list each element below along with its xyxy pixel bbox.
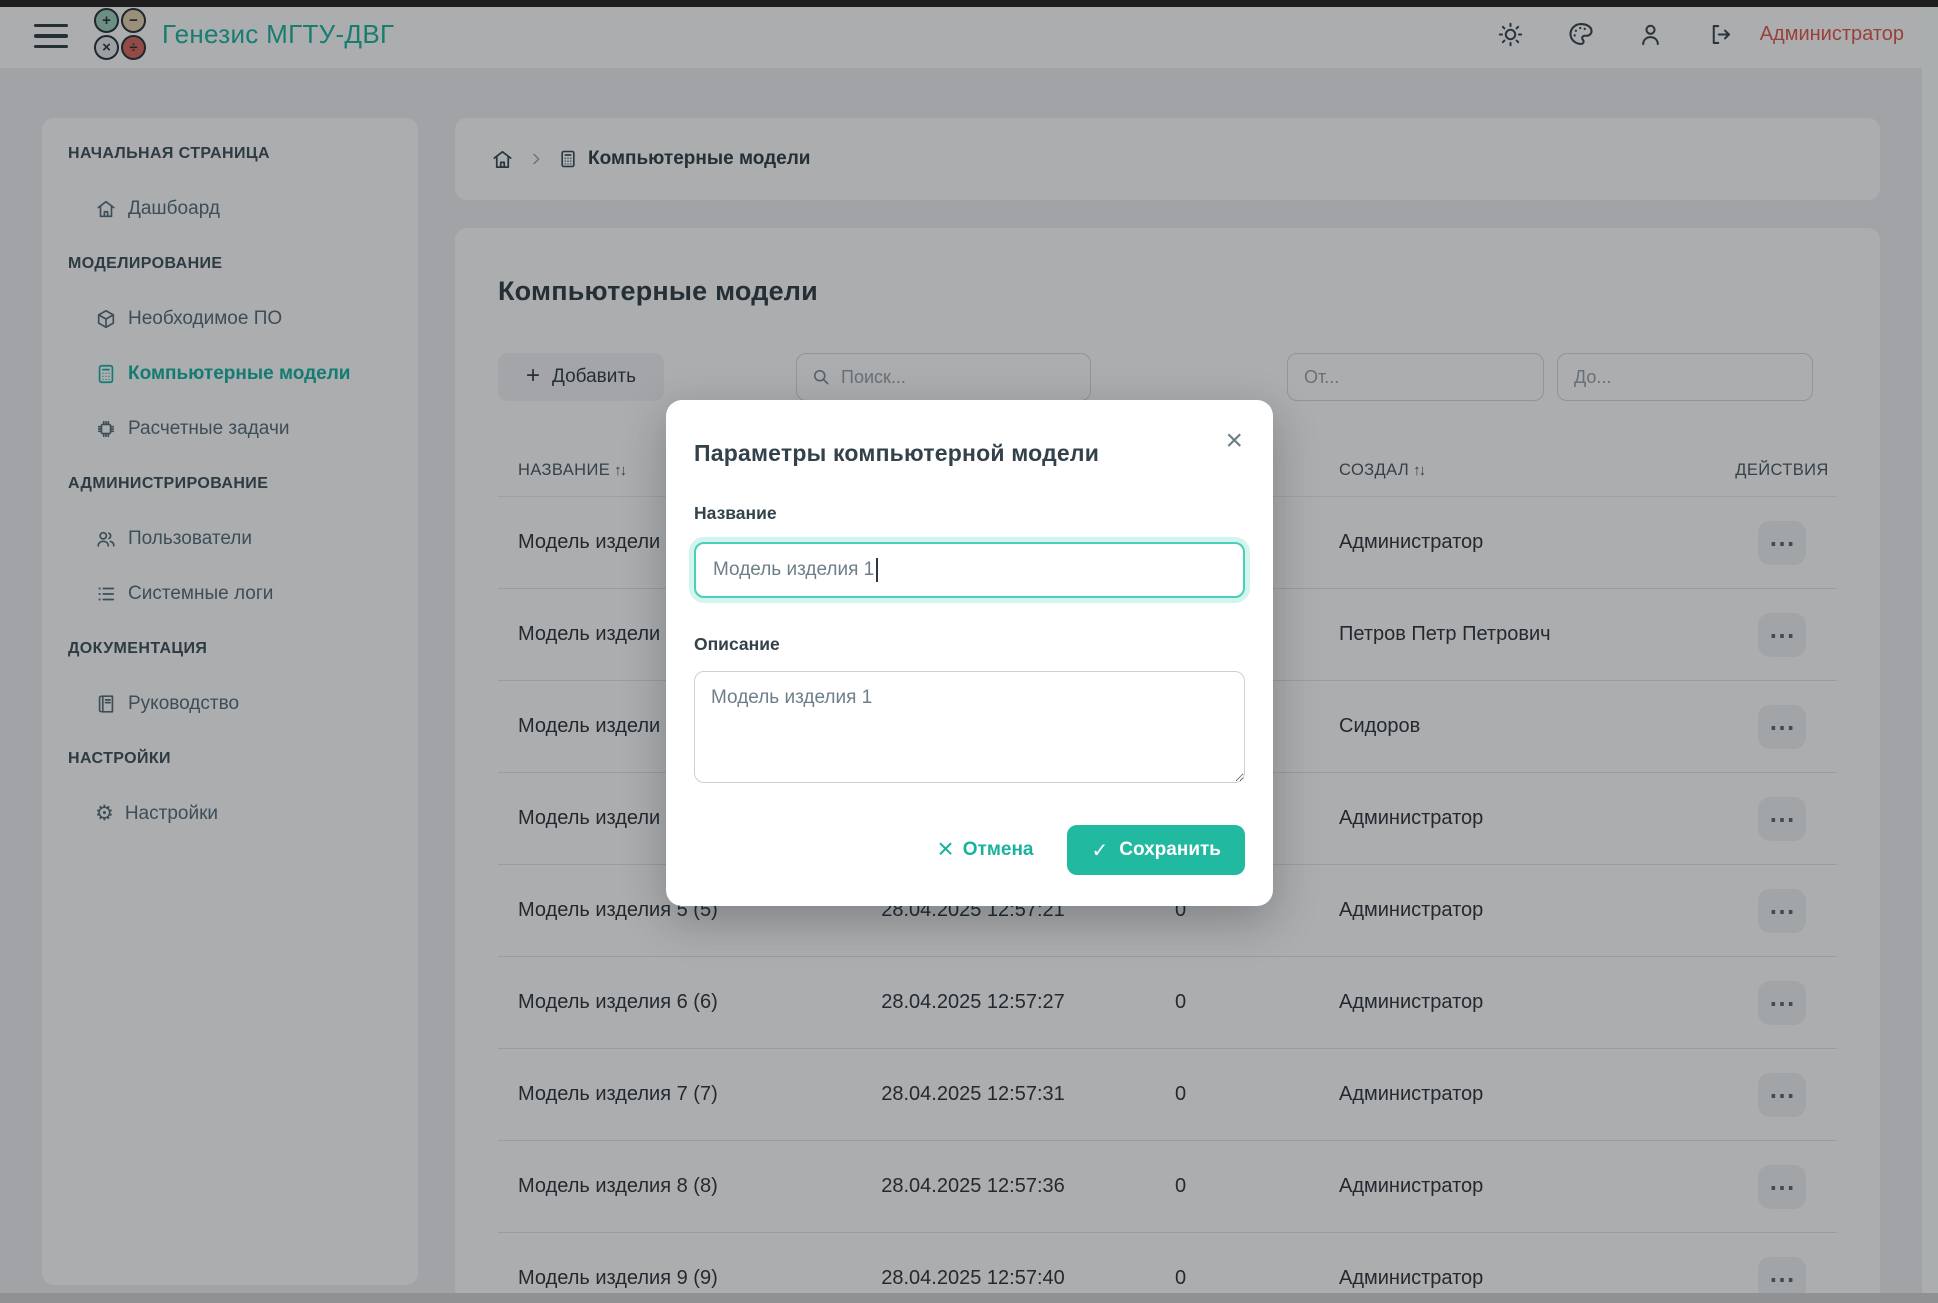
name-field-label: Название [694,503,777,523]
text-cursor [876,558,878,582]
name-input-value: Модель изделия 1 [713,559,875,580]
save-button-label: Сохранить [1119,839,1221,860]
dialog-title: Параметры компьютерной модели [694,440,1100,466]
close-icon[interactable]: × [1225,426,1243,456]
cancel-button[interactable]: Отмена [937,838,1034,863]
model-params-dialog: Параметры компьютерной модели × Название… [666,400,1273,906]
vertical-scrollbar[interactable] [1922,7,1938,1293]
description-textarea[interactable]: Модель изделия 1 [694,671,1245,783]
cancel-button-label: Отмена [962,839,1034,860]
save-button[interactable]: Сохранить [1067,825,1245,875]
dialog-actions: Отмена Сохранить [694,825,1245,875]
description-field-label: Описание [694,634,780,654]
name-input[interactable]: Модель изделия 1 [694,542,1245,598]
horizontal-scrollbar[interactable] [0,1293,1938,1303]
window-top-edge [0,0,1938,7]
